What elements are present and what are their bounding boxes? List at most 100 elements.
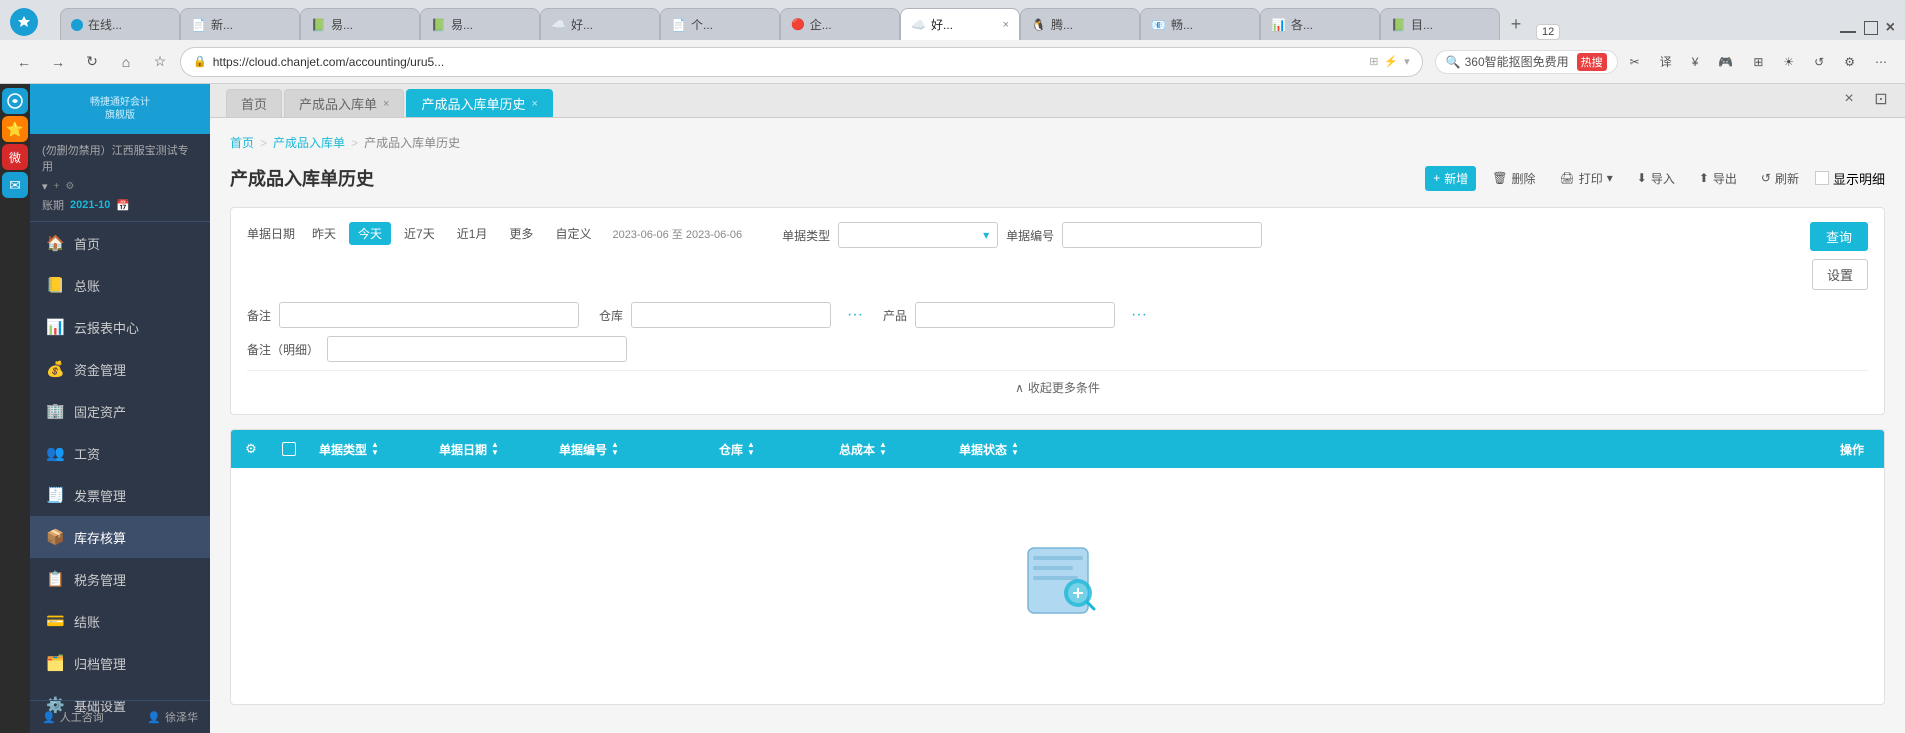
- nav-item-checkout[interactable]: 💳 结账: [30, 600, 210, 642]
- query-button[interactable]: 查询: [1810, 222, 1868, 251]
- tab-8[interactable]: ☁️ 好... ×: [900, 8, 1020, 40]
- bookmark-button[interactable]: ☆: [146, 48, 174, 76]
- tab-5[interactable]: ☁️ 好...: [540, 8, 660, 40]
- app-icon-chanjet[interactable]: [2, 88, 28, 114]
- nav-item-ledger[interactable]: 📒 总账: [30, 264, 210, 306]
- light-tool[interactable]: ☀: [1775, 52, 1802, 72]
- page-tab-list-close[interactable]: ×: [383, 98, 389, 110]
- tab-count[interactable]: 12: [1536, 24, 1560, 40]
- tab-4[interactable]: 📗 易...: [420, 8, 540, 40]
- tab-9[interactable]: 🐧 腾...: [1020, 8, 1140, 40]
- back-tool[interactable]: ↺: [1806, 52, 1832, 72]
- export-button[interactable]: ⬆ 导出: [1691, 166, 1745, 191]
- forward-button[interactable]: →: [44, 48, 72, 76]
- calendar-icon[interactable]: 📅: [116, 199, 130, 212]
- minimize-button[interactable]: [1840, 31, 1856, 33]
- tab-close-8[interactable]: ×: [1003, 19, 1009, 31]
- page-tab-list[interactable]: 产成品入库单 ×: [284, 89, 404, 117]
- home-button[interactable]: ⌂: [112, 48, 140, 76]
- page-tab-home[interactable]: 首页: [226, 89, 282, 117]
- th-status[interactable]: 单据状态 ▲▼: [947, 441, 1067, 458]
- product-dots[interactable]: ···: [1131, 306, 1147, 324]
- game-tool[interactable]: 🎮: [1710, 52, 1741, 72]
- import-button[interactable]: ⬇ 导入: [1629, 166, 1683, 191]
- translate-tool[interactable]: 译: [1652, 50, 1680, 73]
- page-tab-history[interactable]: 产成品入库单历史 ×: [406, 89, 552, 117]
- user-consult[interactable]: 👤 人工咨询: [42, 709, 104, 725]
- page-tab-history-close[interactable]: ×: [531, 98, 537, 110]
- th-status-sort: ▲▼: [1011, 441, 1019, 457]
- tab-12[interactable]: 📗 目...: [1380, 8, 1500, 40]
- table-settings-btn[interactable]: ⚙: [231, 441, 271, 457]
- settings-tool[interactable]: ⚙: [1836, 52, 1863, 72]
- nav-item-invoice[interactable]: 🧾 发票管理: [30, 474, 210, 516]
- warehouse-input[interactable]: [631, 302, 831, 328]
- app-icon-orange[interactable]: ⭐: [2, 116, 28, 142]
- tab-6[interactable]: 📄 个...: [660, 8, 780, 40]
- add-company-btn[interactable]: +: [54, 181, 60, 192]
- refresh-button[interactable]: ↻: [78, 48, 106, 76]
- collapse-btn[interactable]: ∧ 收起更多条件: [247, 370, 1868, 400]
- table-select-all[interactable]: [271, 442, 307, 456]
- search-bar[interactable]: 🔍 360智能抠图免费用 热搜: [1435, 50, 1618, 74]
- today-btn[interactable]: 今天: [349, 222, 391, 245]
- tab-2[interactable]: 📄 新...: [180, 8, 300, 40]
- 7days-btn[interactable]: 近7天: [395, 222, 444, 245]
- show-detail-toggle[interactable]: 显示明细: [1815, 169, 1885, 188]
- panel-close-button[interactable]: ×: [1835, 85, 1863, 113]
- nav-item-inventory[interactable]: 📦 库存核算: [30, 516, 210, 558]
- close-button[interactable]: ×: [1886, 20, 1895, 36]
- back-button[interactable]: ←: [10, 48, 38, 76]
- type-select[interactable]: ▾: [838, 222, 998, 248]
- remark-input[interactable]: [279, 302, 579, 328]
- th-warehouse[interactable]: 仓库 ▲▼: [707, 441, 827, 458]
- breadcrumb-home[interactable]: 首页: [230, 134, 254, 151]
- th-num[interactable]: 单据编号 ▲▼: [547, 441, 707, 458]
- tab-1[interactable]: 在线...: [60, 8, 180, 40]
- app-icon-mail[interactable]: ✉: [2, 172, 28, 198]
- yesterday-btn[interactable]: 昨天: [303, 222, 345, 245]
- print-button[interactable]: 🖨 打印 ▾: [1551, 166, 1620, 191]
- tab-7[interactable]: 🔴 企...: [780, 8, 900, 40]
- tab-title-5: 好...: [571, 16, 649, 33]
- 1month-btn[interactable]: 近1月: [448, 222, 497, 245]
- new-tab-button[interactable]: +: [1500, 8, 1532, 40]
- custom-btn[interactable]: 自定义: [546, 222, 600, 245]
- th-date[interactable]: 单据日期 ▲▼: [427, 441, 547, 458]
- maximize-button[interactable]: [1864, 21, 1878, 35]
- scissors-tool[interactable]: ✂: [1622, 52, 1648, 72]
- company-settings[interactable]: ⚙: [65, 181, 74, 192]
- breadcrumb-list[interactable]: 产成品入库单: [273, 134, 345, 151]
- address-field[interactable]: 🔒 https://cloud.chanjet.com/accounting/u…: [180, 47, 1423, 77]
- tab-3[interactable]: 📗 易...: [300, 8, 420, 40]
- delete-button[interactable]: 🗑 删除: [1484, 166, 1543, 191]
- tab-10[interactable]: 📧 畅...: [1140, 8, 1260, 40]
- panel-expand-button[interactable]: ⊡: [1867, 85, 1895, 113]
- add-button[interactable]: + 新增: [1425, 166, 1476, 191]
- th-cost[interactable]: 总成本 ▲▼: [827, 441, 947, 458]
- product-input[interactable]: [915, 302, 1115, 328]
- nav-item-home[interactable]: 🏠 首页: [30, 222, 210, 264]
- app-icon-weibo[interactable]: 微: [2, 144, 28, 170]
- refresh-button[interactable]: ↺ 刷新: [1753, 166, 1807, 191]
- select-all-checkbox[interactable]: [282, 442, 296, 456]
- grid-tool[interactable]: ⊞: [1745, 52, 1771, 72]
- nav-item-assets[interactable]: 🏢 固定资产: [30, 390, 210, 432]
- nav-item-archive[interactable]: 🗂️ 归档管理: [30, 642, 210, 684]
- num-input[interactable]: [1062, 222, 1262, 248]
- yuan-tool[interactable]: ¥: [1684, 52, 1707, 72]
- remark-detail-input[interactable]: [327, 336, 627, 362]
- company-selector-nav[interactable]: (勿删勿禁用）江西服宝测试专用: [42, 142, 198, 174]
- settings-filter-button[interactable]: 设置: [1812, 259, 1868, 290]
- nav-item-funds[interactable]: 💰 资金管理: [30, 348, 210, 390]
- more-tool[interactable]: ⋯: [1867, 52, 1895, 72]
- detail-checkbox[interactable]: [1815, 171, 1829, 185]
- warehouse-dots[interactable]: ···: [847, 306, 863, 324]
- tab-11[interactable]: 📊 各...: [1260, 8, 1380, 40]
- nav-item-tax[interactable]: 📋 税务管理: [30, 558, 210, 600]
- nav-item-reports[interactable]: 📊 云报表中心: [30, 306, 210, 348]
- date-filter-label: 单据日期: [247, 225, 295, 242]
- more-btn[interactable]: 更多: [500, 222, 542, 245]
- nav-item-payroll[interactable]: 👥 工资: [30, 432, 210, 474]
- th-type[interactable]: 单据类型 ▲▼: [307, 441, 427, 458]
